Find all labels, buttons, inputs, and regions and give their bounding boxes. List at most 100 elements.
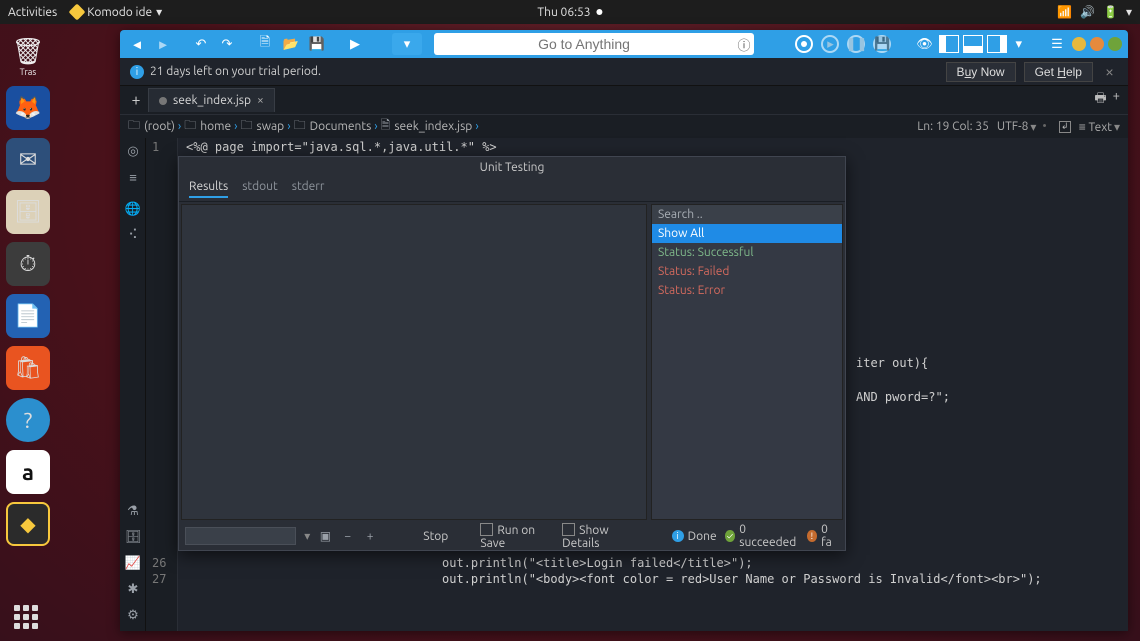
gear-icon[interactable]: ⚙ (120, 602, 146, 628)
chevron-down-icon[interactable]: ▾ (1030, 120, 1036, 134)
main-toolbar: ◄ ► ↶ ↷ 🗎 📂 💾 ▶ ▾ ⓘ ▸ ❚❚ 💾 👁 ▾ ☰ (120, 30, 1128, 58)
pane-bottom-button[interactable] (963, 35, 983, 53)
record-macro-button[interactable] (795, 35, 813, 53)
battery-icon: 🔋 (1103, 5, 1118, 19)
new-tab-button[interactable]: + (124, 91, 148, 109)
done-status: iDone (672, 530, 717, 543)
filter-search[interactable]: Search .. (652, 205, 842, 224)
chevron-down-icon[interactable]: ▾ (1114, 120, 1120, 134)
filter-failed[interactable]: Status: Failed (652, 262, 842, 281)
toggle-focus-mode-button[interactable]: 👁 (913, 33, 935, 55)
breadcrumb-seg[interactable]: 🗎seek_index.jsp (381, 116, 473, 137)
get-help-button[interactable]: Get Help (1024, 62, 1093, 82)
amazon-launcher[interactable]: a (6, 450, 50, 494)
share-icon[interactable]: ⠪ (120, 222, 146, 248)
goto-anything-field[interactable]: ⓘ (434, 33, 754, 55)
thunderbird-launcher[interactable]: ✉ (6, 138, 50, 182)
globe-icon[interactable]: 🌐 (120, 196, 146, 222)
test-config-dropdown[interactable] (185, 527, 296, 545)
komodo-ide-window: ◄ ► ↶ ↷ 🗎 📂 💾 ▶ ▾ ⓘ ▸ ❚❚ 💾 👁 ▾ ☰ (120, 30, 1128, 631)
libreoffice-writer-launcher[interactable]: 📄 (6, 294, 50, 338)
show-applications-button[interactable] (14, 605, 38, 629)
breadcrumb-seg[interactable]: 🗀Documents (294, 116, 372, 137)
failed-status: !0 fa (807, 523, 839, 549)
chart-icon[interactable]: 📈 (120, 550, 146, 576)
close-tab-button[interactable]: × (257, 94, 264, 107)
results-list[interactable] (181, 204, 647, 520)
run-on-save-checkbox[interactable]: Run on Save (480, 523, 554, 550)
goto-anything-input[interactable] (434, 36, 734, 52)
trial-banner: i 21 days left on your trial period. Buy… (120, 58, 1128, 86)
buy-now-button[interactable]: Buy Now (946, 62, 1016, 82)
code-fragment: iter out){ (856, 356, 928, 370)
code-fragment: AND pword=?"; (856, 390, 950, 404)
flask-icon[interactable]: ⚗ (120, 498, 146, 524)
undo-button[interactable]: ↶ (190, 33, 212, 55)
file-tab-label: seek_index.jsp (173, 94, 251, 107)
files-launcher[interactable]: 🗄 (6, 190, 50, 234)
filter-successful[interactable]: Status: Successful (652, 243, 842, 262)
komodo-icon (69, 4, 86, 21)
komodo-launcher[interactable]: ◆ (6, 502, 50, 546)
run-button[interactable]: ▶ (344, 33, 366, 55)
ubuntu-software-launcher[interactable]: 🛍 (6, 346, 50, 390)
pane-left-button[interactable] (939, 35, 959, 53)
open-file-button[interactable]: 📂 (280, 33, 302, 55)
dock: 🗑 Tras 🦊 ✉ 🗄 ⏱ 📄 🛍 ? a ◆ (0, 24, 56, 641)
firefox-launcher[interactable]: 🦊 (6, 86, 50, 130)
toolbar-dropdown[interactable]: ▾ (392, 33, 422, 55)
line-number: 27 (152, 572, 166, 586)
folder-icon: 🗀 (240, 116, 252, 137)
stop-button[interactable]: Stop (423, 530, 448, 543)
add-config-button[interactable]: + (363, 528, 377, 544)
line-ending-icon[interactable]: ↲ (1059, 121, 1071, 133)
trash-icon[interactable]: 🗑 Tras (6, 34, 50, 78)
file-mode-label[interactable]: ≡ Text (1079, 120, 1112, 134)
db-icon[interactable]: 🗄 (120, 524, 146, 550)
rhythmbox-launcher[interactable]: ⏱ (6, 242, 50, 286)
save-button[interactable]: 💾 (306, 33, 328, 55)
remove-config-button[interactable]: − (341, 528, 355, 544)
filter-error[interactable]: Status: Error (652, 281, 842, 300)
system-tray[interactable]: 📶 🔊 🔋 ▾ (1057, 5, 1132, 19)
nav-back-button[interactable]: ◄ (126, 33, 148, 55)
align-icon[interactable]: ≡ (120, 164, 146, 190)
chevron-right-icon: › (374, 120, 377, 133)
print-button[interactable]: 🖶 (1094, 89, 1106, 111)
tab-stdout[interactable]: stdout (242, 180, 278, 198)
show-details-checkbox[interactable]: Show Details (562, 523, 639, 550)
new-file-button[interactable]: 🗎 (254, 33, 276, 55)
delete-config-button[interactable]: ▣ (318, 528, 332, 544)
encoding-label[interactable]: UTF-8 (997, 120, 1028, 133)
close-banner-button[interactable]: × (1101, 63, 1118, 81)
filter-show-all[interactable]: Show All (652, 224, 842, 243)
breadcrumb-seg[interactable]: 🗀(root) (128, 116, 175, 137)
add-tab-button[interactable]: + (1113, 89, 1120, 111)
nav-forward-button[interactable]: ► (152, 33, 174, 55)
pause-macro-button[interactable]: ❚❚ (847, 35, 865, 53)
chevron-down-icon[interactable]: ▾ (304, 529, 310, 543)
code-line: out.println("<title>Login failed</title>… (442, 556, 753, 570)
clock[interactable]: Thu 06:53 (537, 6, 602, 19)
file-tab[interactable]: seek_index.jsp × (148, 88, 275, 112)
help-launcher[interactable]: ? (6, 398, 50, 442)
redo-button[interactable]: ↷ (216, 33, 238, 55)
tab-results[interactable]: Results (189, 180, 228, 198)
snowflake-icon[interactable]: ✱ (120, 576, 146, 602)
editor-pane[interactable]: 1 <%@ page import="java.sql.*,java.util.… (146, 138, 1128, 631)
play-macro-button[interactable]: ▸ (821, 35, 839, 53)
tab-stderr[interactable]: stderr (292, 180, 325, 198)
save-macro-button[interactable]: 💾 (873, 35, 891, 53)
activities-button[interactable]: Activities (8, 6, 57, 19)
breadcrumb-seg[interactable]: 🗀swap (240, 116, 284, 137)
left-gutter: ◎ ≡ 🌐 ⠪ ⚗ 🗄 📈 ✱ ⚙ (120, 138, 146, 631)
pane-right-button[interactable] (987, 35, 1007, 53)
chevron-down-icon[interactable]: ▾ (1015, 37, 1022, 52)
breadcrumb-seg[interactable]: 🗀home (184, 116, 231, 137)
hamburger-menu-button[interactable]: ☰ (1046, 33, 1068, 55)
editor-tabs: + seek_index.jsp × 🖶 + (120, 86, 1128, 114)
target-icon[interactable]: ◎ (120, 138, 146, 164)
breadcrumb-bar: 🗀(root)› 🗀home› 🗀swap› 🗀Documents› 🗎seek… (120, 114, 1128, 138)
ut-footer: ▾ ▣ − + Stop Run on Save Show Details iD… (179, 522, 845, 550)
app-menu[interactable]: Komodo ide ▾ (71, 5, 162, 19)
